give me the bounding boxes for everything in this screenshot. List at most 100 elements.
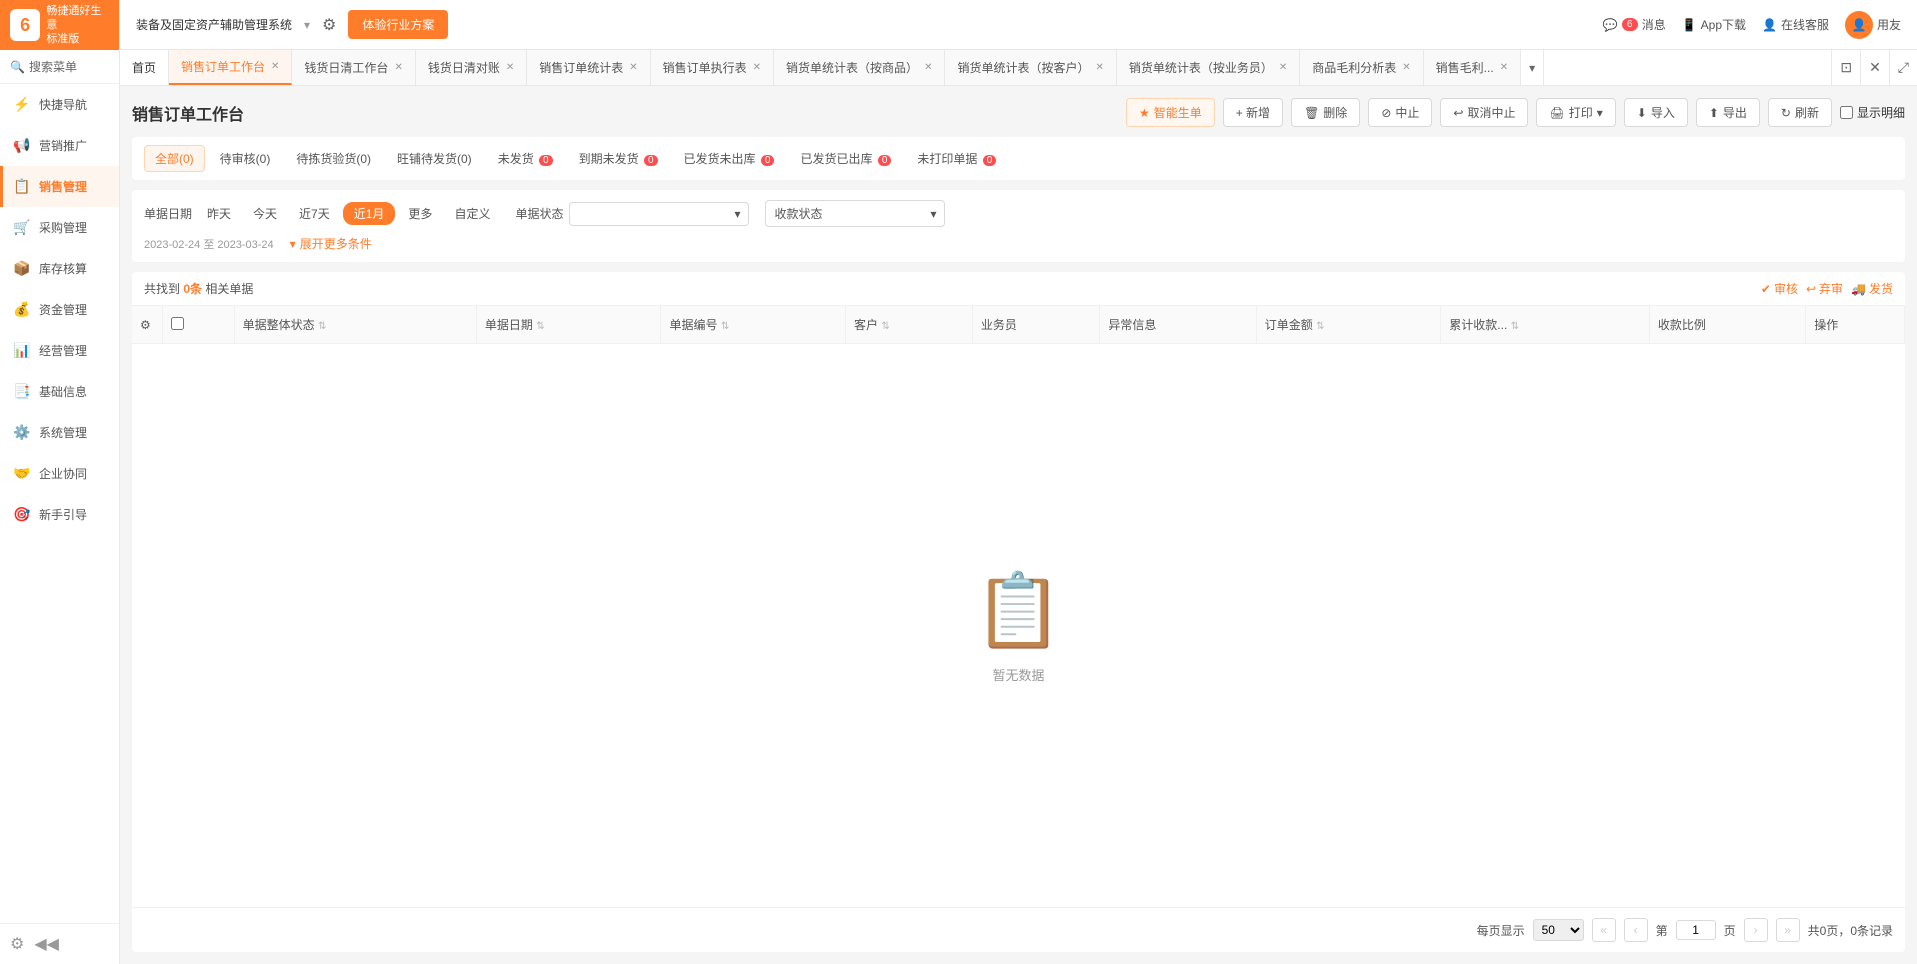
sort-date-icon[interactable]: ⇅ bbox=[536, 321, 544, 332]
solution-button[interactable]: 体验行业方案 bbox=[348, 10, 448, 39]
topbar-app-download[interactable]: 📱 App下载 bbox=[1682, 16, 1746, 33]
tab-close-icon[interactable]: ✕ bbox=[394, 62, 402, 73]
unsuspend-button[interactable]: ↩ 取消中止 bbox=[1440, 98, 1528, 127]
suspend-button[interactable]: ⊘ 中止 bbox=[1368, 98, 1432, 127]
page-number-input[interactable] bbox=[1676, 920, 1716, 940]
filter-yesterday-btn[interactable]: 昨天 bbox=[198, 202, 240, 225]
show-detail-input[interactable] bbox=[1840, 106, 1853, 119]
tab-sales-exec[interactable]: 销售订单执行表 ✕ bbox=[651, 50, 774, 85]
subtab-shipped-out[interactable]: 已发货已出库 0 bbox=[789, 145, 902, 172]
filter-today-btn[interactable]: 今天 bbox=[244, 202, 286, 225]
tab-close-icon[interactable]: ✕ bbox=[629, 62, 637, 73]
topbar-message[interactable]: 💬 6 消息 bbox=[1603, 16, 1666, 33]
filter-1month-btn[interactable]: 近1月 bbox=[343, 202, 396, 225]
enterprise-icon: 🤝 bbox=[13, 465, 31, 482]
payment-filter-select[interactable]: 收款状态 ▾ bbox=[765, 200, 945, 227]
tab-sales-stats[interactable]: 销售订单统计表 ✕ bbox=[527, 50, 650, 85]
sidebar-item-purchase[interactable]: 🛒 采购管理 bbox=[0, 207, 119, 248]
tab-close-icon[interactable]: ✕ bbox=[271, 61, 279, 72]
filter-expand-button[interactable]: ▾ 展开更多条件 bbox=[290, 235, 372, 252]
tab-maximize-icon[interactable]: ⤢ bbox=[1889, 50, 1917, 85]
prev-page-btn[interactable]: ‹ bbox=[1624, 918, 1648, 942]
first-page-btn[interactable]: « bbox=[1592, 918, 1616, 942]
subtab-all[interactable]: 全部(0) bbox=[144, 145, 205, 172]
subtab-not-shipped[interactable]: 未发货 0 bbox=[487, 145, 564, 172]
topbar-user[interactable]: 👤 用友 bbox=[1845, 11, 1901, 39]
sidebar-item-quicknav[interactable]: ⚡ 快捷导航 bbox=[0, 84, 119, 125]
collapse-icon[interactable]: ◀◀ bbox=[34, 934, 59, 954]
select-all-checkbox[interactable] bbox=[171, 317, 184, 330]
topbar-dropdown-icon[interactable]: ▾ bbox=[304, 18, 310, 32]
filter-date-item: 单据日期 昨天 今天 近7天 近1月 更多 自定义 bbox=[144, 202, 499, 225]
tab-cash-reconcile[interactable]: 钱货日清对账 ✕ bbox=[416, 50, 527, 85]
tab-sales-unified-customer[interactable]: 销货单统计表（按客户） ✕ bbox=[945, 50, 1116, 85]
tab-home[interactable]: 首页 bbox=[120, 50, 169, 85]
tab-cash-daily[interactable]: 钱货日清工作台 ✕ bbox=[292, 50, 415, 85]
sort-collected-icon[interactable]: ⇅ bbox=[1511, 321, 1519, 332]
revoke-action-btn[interactable]: ↩ 弃审 bbox=[1806, 280, 1843, 297]
tab-sales-more[interactable]: 销售毛利... ✕ bbox=[1424, 50, 1521, 85]
show-detail-checkbox[interactable]: 显示明细 bbox=[1840, 104, 1905, 121]
sort-status-icon[interactable]: ⇅ bbox=[318, 321, 326, 332]
tab-close-icon[interactable]: ✕ bbox=[1402, 62, 1410, 73]
tab-gross-margin[interactable]: 商品毛利分析表 ✕ bbox=[1300, 50, 1423, 85]
sidebar-item-guide[interactable]: 🎯 新手引导 bbox=[0, 494, 119, 535]
add-button[interactable]: + 新增 bbox=[1223, 98, 1283, 127]
ship-action-btn[interactable]: 🚚 发货 bbox=[1851, 280, 1893, 297]
sort-number-icon[interactable]: ⇅ bbox=[721, 321, 729, 332]
tab-close-icon[interactable]: ✕ bbox=[1279, 62, 1287, 73]
per-page-label: 每页显示 bbox=[1477, 922, 1525, 939]
tab-close-icon[interactable]: ✕ bbox=[506, 62, 514, 73]
delete-button[interactable]: 🗑 删除 bbox=[1291, 98, 1360, 127]
review-action-btn[interactable]: ✔ 审核 bbox=[1761, 280, 1798, 297]
sidebar-item-sales[interactable]: 📋 销售管理 bbox=[0, 166, 119, 207]
sidebar-item-marketing[interactable]: 📢 营销推广 bbox=[0, 125, 119, 166]
tab-sales-unified-staff[interactable]: 销货单统计表（按业务员） ✕ bbox=[1117, 50, 1300, 85]
refresh-button[interactable]: ↻ 刷新 bbox=[1768, 98, 1832, 127]
sidebar-item-finance[interactable]: 💰 资金管理 bbox=[0, 289, 119, 330]
subtab-wangpu-ship[interactable]: 旺铺待发货(0) bbox=[386, 145, 483, 172]
sidebar-item-basicinfo[interactable]: 📑 基础信息 bbox=[0, 371, 119, 412]
status-filter-select[interactable]: ▾ bbox=[569, 202, 749, 226]
tab-close-icon[interactable]: ✕ bbox=[924, 62, 932, 73]
ship-label: 发货 bbox=[1869, 280, 1893, 297]
th-settings[interactable]: ⚙ bbox=[132, 306, 162, 344]
subtab-shipped-not-out[interactable]: 已发货未出库 0 bbox=[673, 145, 786, 172]
subtab-not-printed[interactable]: 未打印单据 0 bbox=[906, 145, 1007, 172]
last-page-btn[interactable]: » bbox=[1776, 918, 1800, 942]
topbar-online-service[interactable]: 👤 在线客服 bbox=[1762, 16, 1829, 33]
tab-label: 销货单统计表（按商品） bbox=[786, 59, 918, 76]
sidebar-item-enterprise[interactable]: 🤝 企业协同 bbox=[0, 453, 119, 494]
topbar-settings-icon[interactable]: ⚙ bbox=[322, 15, 336, 35]
sort-customer-icon[interactable]: ⇅ bbox=[881, 321, 889, 332]
smart-create-button[interactable]: ★ 智能生单 bbox=[1126, 98, 1215, 127]
tab-close-icon[interactable]: ✕ bbox=[753, 62, 761, 73]
sidebar-item-label: 采购管理 bbox=[39, 219, 87, 236]
tab-sales-unified-product[interactable]: 销货单统计表（按商品） ✕ bbox=[774, 50, 945, 85]
th-ratio: 收款比例 bbox=[1649, 306, 1805, 344]
sidebar-item-search[interactable]: 🔍 搜索菜单 bbox=[0, 50, 119, 84]
th-checkbox-col[interactable] bbox=[162, 306, 234, 344]
tab-restore-icon[interactable]: ⊡ bbox=[1831, 50, 1860, 85]
subtab-pending-check[interactable]: 待拣货验货(0) bbox=[285, 145, 382, 172]
filter-7days-btn[interactable]: 近7天 bbox=[290, 202, 339, 225]
sort-amount-icon[interactable]: ⇅ bbox=[1316, 321, 1324, 332]
settings-bottom-icon[interactable]: ⚙ bbox=[10, 934, 24, 954]
tab-more-button[interactable]: ▾ bbox=[1521, 50, 1544, 85]
sidebar-item-operation[interactable]: 📊 经营管理 bbox=[0, 330, 119, 371]
export-button[interactable]: ⬆ 导出 bbox=[1696, 98, 1760, 127]
tab-close-icon[interactable]: ✕ bbox=[1095, 62, 1103, 73]
tab-close-icon[interactable]: ✕ bbox=[1500, 62, 1508, 73]
tab-sales-workbench[interactable]: 销售订单工作台 ✕ bbox=[169, 50, 292, 85]
import-button[interactable]: ⬇ 导入 bbox=[1624, 98, 1688, 127]
next-page-btn[interactable]: › bbox=[1744, 918, 1768, 942]
per-page-select[interactable]: 50 20 100 bbox=[1533, 919, 1584, 941]
sidebar-item-system[interactable]: ⚙️ 系统管理 bbox=[0, 412, 119, 453]
filter-more-btn[interactable]: 更多 bbox=[399, 202, 441, 225]
subtab-expired-not-shipped[interactable]: 到期未发货 0 bbox=[568, 145, 669, 172]
filter-custom-btn[interactable]: 自定义 bbox=[445, 202, 499, 225]
subtab-pending-review[interactable]: 待审核(0) bbox=[209, 145, 282, 172]
tab-close-all-icon[interactable]: ✕ bbox=[1860, 50, 1889, 85]
sidebar-item-inventory[interactable]: 📦 库存核算 bbox=[0, 248, 119, 289]
print-button[interactable]: 🖨 打印 ▾ bbox=[1536, 98, 1615, 127]
